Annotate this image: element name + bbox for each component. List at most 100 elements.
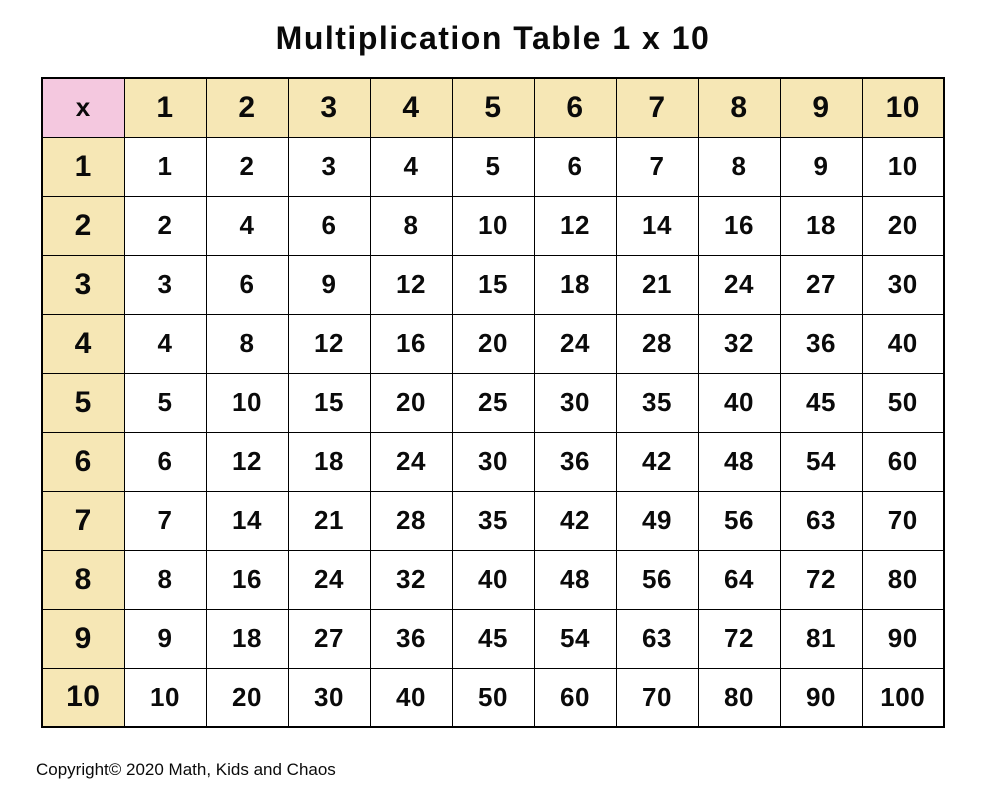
cell: 50 (862, 373, 944, 432)
cell: 24 (370, 432, 452, 491)
cell: 2 (206, 137, 288, 196)
table-row: 6 6 12 18 24 30 36 42 48 54 60 (42, 432, 944, 491)
table-row: 3 3 6 9 12 15 18 21 24 27 30 (42, 255, 944, 314)
table-row: 5 5 10 15 20 25 30 35 40 45 50 (42, 373, 944, 432)
col-header: 2 (206, 78, 288, 137)
multiplication-table-container: x 1 2 3 4 5 6 7 8 9 10 1 1 2 3 4 5 6 7 8… (41, 77, 945, 728)
cell: 10 (862, 137, 944, 196)
cell: 2 (124, 196, 206, 255)
col-header: 3 (288, 78, 370, 137)
row-header: 5 (42, 373, 124, 432)
cell: 6 (206, 255, 288, 314)
cell: 12 (288, 314, 370, 373)
cell: 30 (534, 373, 616, 432)
cell: 54 (534, 609, 616, 668)
cell: 24 (288, 550, 370, 609)
cell: 81 (780, 609, 862, 668)
col-header: 10 (862, 78, 944, 137)
col-header: 9 (780, 78, 862, 137)
cell: 30 (288, 668, 370, 727)
table-row: 2 2 4 6 8 10 12 14 16 18 20 (42, 196, 944, 255)
cell: 72 (780, 550, 862, 609)
cell: 36 (370, 609, 452, 668)
cell: 60 (534, 668, 616, 727)
cell: 63 (616, 609, 698, 668)
cell: 21 (288, 491, 370, 550)
table-row: 4 4 8 12 16 20 24 28 32 36 40 (42, 314, 944, 373)
cell: 4 (370, 137, 452, 196)
cell: 25 (452, 373, 534, 432)
cell: 12 (370, 255, 452, 314)
cell: 10 (124, 668, 206, 727)
cell: 40 (862, 314, 944, 373)
cell: 8 (206, 314, 288, 373)
cell: 4 (124, 314, 206, 373)
cell: 54 (780, 432, 862, 491)
cell: 9 (288, 255, 370, 314)
cell: 56 (698, 491, 780, 550)
cell: 56 (616, 550, 698, 609)
cell: 18 (780, 196, 862, 255)
cell: 12 (534, 196, 616, 255)
col-header: 7 (616, 78, 698, 137)
cell: 45 (780, 373, 862, 432)
cell: 40 (698, 373, 780, 432)
cell: 35 (616, 373, 698, 432)
cell: 20 (862, 196, 944, 255)
cell: 40 (452, 550, 534, 609)
cell: 50 (452, 668, 534, 727)
cell: 7 (124, 491, 206, 550)
row-header: 7 (42, 491, 124, 550)
cell: 70 (616, 668, 698, 727)
cell: 70 (862, 491, 944, 550)
cell: 4 (206, 196, 288, 255)
copyright-text: Copyright© 2020 Math, Kids and Chaos (36, 760, 336, 780)
cell: 24 (698, 255, 780, 314)
cell: 1 (124, 137, 206, 196)
row-header: 1 (42, 137, 124, 196)
cell: 21 (616, 255, 698, 314)
row-header: 4 (42, 314, 124, 373)
col-header: 4 (370, 78, 452, 137)
cell: 12 (206, 432, 288, 491)
cell: 32 (370, 550, 452, 609)
cell: 80 (698, 668, 780, 727)
cell: 7 (616, 137, 698, 196)
table-row: 10 10 20 30 40 50 60 70 80 90 100 (42, 668, 944, 727)
page-title: Multiplication Table 1 x 10 (0, 0, 986, 77)
cell: 6 (534, 137, 616, 196)
cell: 80 (862, 550, 944, 609)
cell: 3 (124, 255, 206, 314)
cell: 27 (780, 255, 862, 314)
cell: 42 (534, 491, 616, 550)
cell: 6 (288, 196, 370, 255)
table-row: 7 7 14 21 28 35 42 49 56 63 70 (42, 491, 944, 550)
cell: 27 (288, 609, 370, 668)
cell: 49 (616, 491, 698, 550)
cell: 15 (452, 255, 534, 314)
cell: 16 (370, 314, 452, 373)
cell: 48 (698, 432, 780, 491)
col-header: 5 (452, 78, 534, 137)
cell: 8 (370, 196, 452, 255)
cell: 32 (698, 314, 780, 373)
row-header: 8 (42, 550, 124, 609)
cell: 60 (862, 432, 944, 491)
cell: 10 (206, 373, 288, 432)
cell: 30 (452, 432, 534, 491)
cell: 9 (124, 609, 206, 668)
cell: 30 (862, 255, 944, 314)
row-header: 3 (42, 255, 124, 314)
cell: 24 (534, 314, 616, 373)
cell: 18 (288, 432, 370, 491)
cell: 18 (534, 255, 616, 314)
cell: 36 (780, 314, 862, 373)
cell: 36 (534, 432, 616, 491)
cell: 9 (780, 137, 862, 196)
cell: 35 (452, 491, 534, 550)
col-header: 6 (534, 78, 616, 137)
cell: 5 (124, 373, 206, 432)
cell: 90 (862, 609, 944, 668)
row-header: 6 (42, 432, 124, 491)
cell: 100 (862, 668, 944, 727)
